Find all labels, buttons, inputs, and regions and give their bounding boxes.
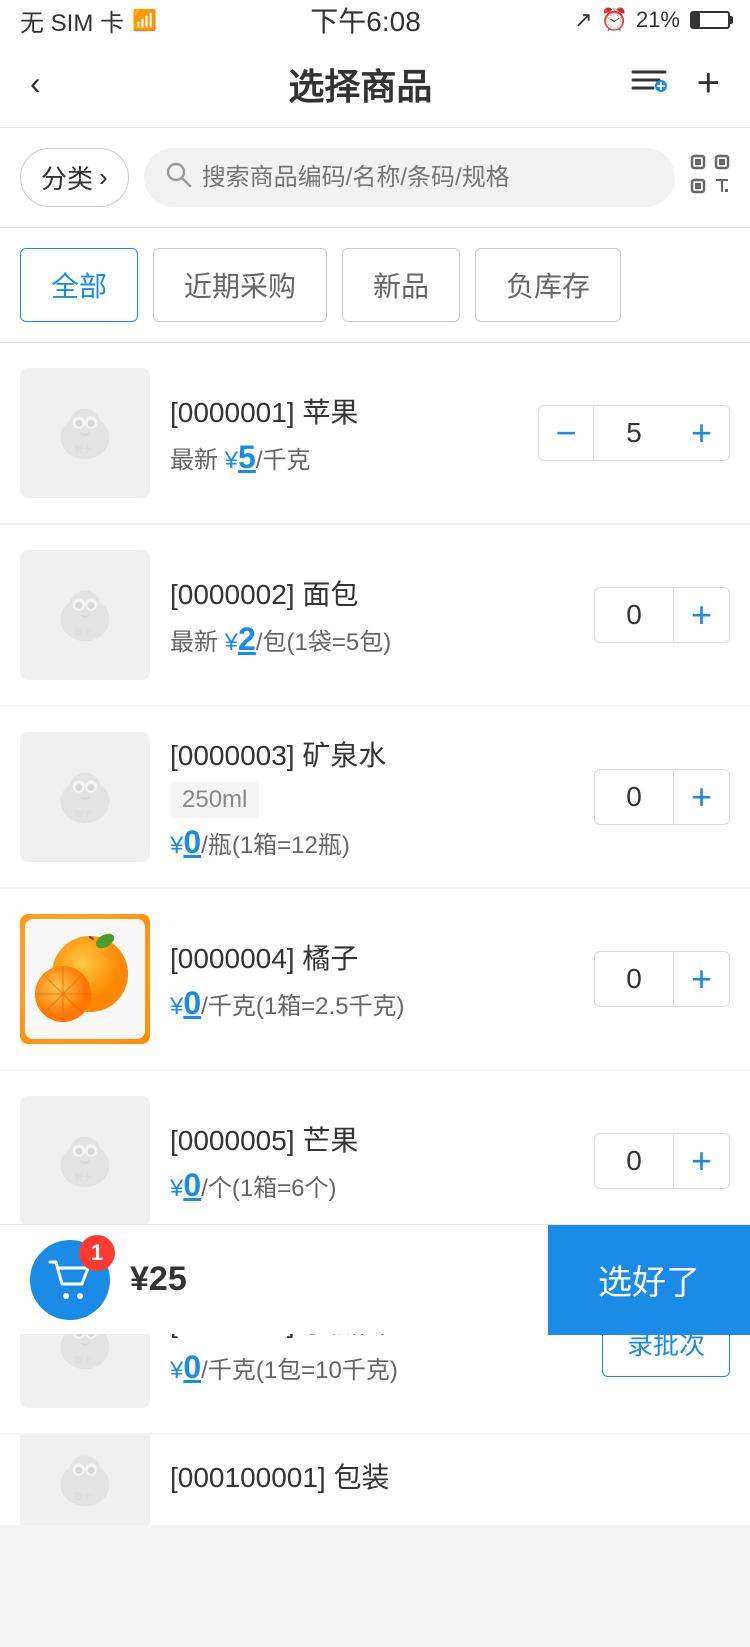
category-label: 分类 [41, 159, 93, 196]
quantity-control-3: + [594, 769, 730, 825]
product-name-1: [0000001] 苹果 [170, 391, 518, 431]
list-item: 智十 [0000003] 矿泉水 250ml ¥0/瓶(1箱=12瓶) + [0, 707, 750, 887]
qty-input-3[interactable] [594, 769, 674, 825]
search-input[interactable] [202, 164, 655, 192]
filter-bar: 分类 › [0, 128, 750, 228]
svg-text:智十: 智十 [75, 807, 93, 818]
product-info-4: [0000004] 橘子 ¥0/千克(1箱=2.5千克) [170, 937, 574, 1022]
product-price-5: ¥0/个(1箱=6个) [170, 1167, 574, 1204]
product-info-7: [000100001] 包装 [170, 1456, 730, 1504]
qty-plus-4[interactable]: + [674, 951, 730, 1007]
category-button[interactable]: 分类 › [20, 148, 129, 207]
product-spec-3: 250ml [170, 782, 259, 818]
qty-input-1[interactable] [594, 405, 674, 461]
cart-icon[interactable]: 1 [30, 1240, 110, 1320]
product-info-5: [0000005] 芒果 ¥0/个(1箱=6个) [170, 1119, 574, 1204]
product-price-3: ¥0/瓶(1箱=12瓶) [170, 824, 574, 861]
confirm-button[interactable]: 选好了 [548, 1225, 750, 1335]
category-chevron: › [99, 162, 108, 193]
svg-text:智十: 智十 [75, 443, 93, 454]
status-right: ↗ ⏰ 21% [574, 7, 730, 33]
product-name-7: [000100001] 包装 [170, 1456, 730, 1496]
svg-text:智十: 智十 [75, 625, 93, 636]
location-icon: ↗ [574, 7, 592, 33]
filter-icon[interactable] [631, 64, 667, 104]
status-time: 下午6:08 [310, 0, 421, 40]
product-price-2: 最新 ¥2/包(1袋=5包) [170, 621, 574, 658]
qty-input-4[interactable] [594, 951, 674, 1007]
quantity-control-4: + [594, 951, 730, 1007]
tab-bar: 全部 近期采购 新品 负库存 [0, 228, 750, 343]
product-image-2: 智十 [20, 550, 150, 680]
list-item: 智十 [0000002] 面包 最新 ¥2/包(1袋=5包) + [0, 525, 750, 705]
cart-total: ¥25 [130, 1260, 187, 1299]
tab-recent[interactable]: 近期采购 [153, 248, 327, 322]
product-price-4: ¥0/千克(1箱=2.5千克) [170, 985, 574, 1022]
cart-badge: 1 [79, 1235, 115, 1271]
status-bar: 无 SIM 卡 📶 下午6:08 ↗ ⏰ 21% [0, 0, 750, 40]
quantity-control-5: + [594, 1133, 730, 1189]
tab-all[interactable]: 全部 [20, 248, 138, 322]
product-image-3: 智十 [20, 732, 150, 862]
status-left: 无 SIM 卡 📶 [20, 3, 157, 38]
svg-text:智十: 智十 [75, 1353, 93, 1364]
qty-input-5[interactable] [594, 1133, 674, 1189]
product-name-2: [0000002] 面包 [170, 573, 574, 613]
product-name-4: [0000004] 橘子 [170, 937, 574, 977]
product-info-2: [0000002] 面包 最新 ¥2/包(1袋=5包) [170, 573, 574, 658]
product-info-1: [0000001] 苹果 最新 ¥5/千克 [170, 391, 518, 476]
qty-plus-1[interactable]: + [674, 405, 730, 461]
product-image-4 [20, 914, 150, 1044]
back-button[interactable]: ‹ [30, 65, 90, 102]
qty-input-2[interactable] [594, 587, 674, 643]
nav-actions: + [631, 61, 720, 106]
nav-bar: ‹ 选择商品 + [0, 40, 750, 128]
svg-text:智十: 智十 [75, 1490, 93, 1501]
tab-new[interactable]: 新品 [342, 248, 460, 322]
carrier-label: 无 SIM 卡 [20, 3, 124, 38]
product-list: 智十 [0000001] 苹果 最新 ¥5/千克 − + [0, 343, 750, 1647]
quantity-control-2: + [594, 587, 730, 643]
battery-fill [692, 13, 700, 27]
add-button[interactable]: + [697, 61, 720, 106]
svg-text:智十: 智十 [75, 1171, 93, 1182]
wifi-icon: 📶 [132, 8, 157, 33]
product-info-3: [0000003] 矿泉水 250ml ¥0/瓶(1箱=12瓶) [170, 734, 574, 861]
battery-percent: 21% [636, 7, 680, 33]
product-price-1: 最新 ¥5/千克 [170, 439, 518, 476]
scan-icon[interactable] [690, 154, 730, 202]
product-name-3: [0000003] 矿泉水 [170, 734, 574, 774]
search-box [144, 148, 675, 207]
product-image-1: 智十 [20, 368, 150, 498]
page-title: 选择商品 [288, 58, 432, 110]
bottom-bar: 1 ¥25 选好了 [0, 1224, 750, 1334]
alarm-icon: ⏰ [601, 7, 628, 33]
list-item: 智十 [000100001] 包装 [0, 1435, 750, 1525]
product-name-5: [0000005] 芒果 [170, 1119, 574, 1159]
quantity-control-1: − + [538, 405, 730, 461]
qty-plus-2[interactable]: + [674, 587, 730, 643]
tab-negative[interactable]: 负库存 [475, 248, 621, 322]
qty-minus-1[interactable]: − [538, 405, 594, 461]
product-price-6: ¥0/千克(1包=10千克) [170, 1349, 582, 1386]
list-item: 智十 [0000001] 苹果 最新 ¥5/千克 − + [0, 343, 750, 523]
search-icon [164, 160, 192, 195]
battery-bar [690, 11, 730, 29]
qty-plus-3[interactable]: + [674, 769, 730, 825]
qty-plus-5[interactable]: + [674, 1133, 730, 1189]
product-image-7: 智十 [20, 1435, 150, 1525]
product-image-5: 智十 [20, 1096, 150, 1226]
cart-section: 1 ¥25 [0, 1240, 548, 1320]
list-item: [0000004] 橘子 ¥0/千克(1箱=2.5千克) + [0, 889, 750, 1069]
